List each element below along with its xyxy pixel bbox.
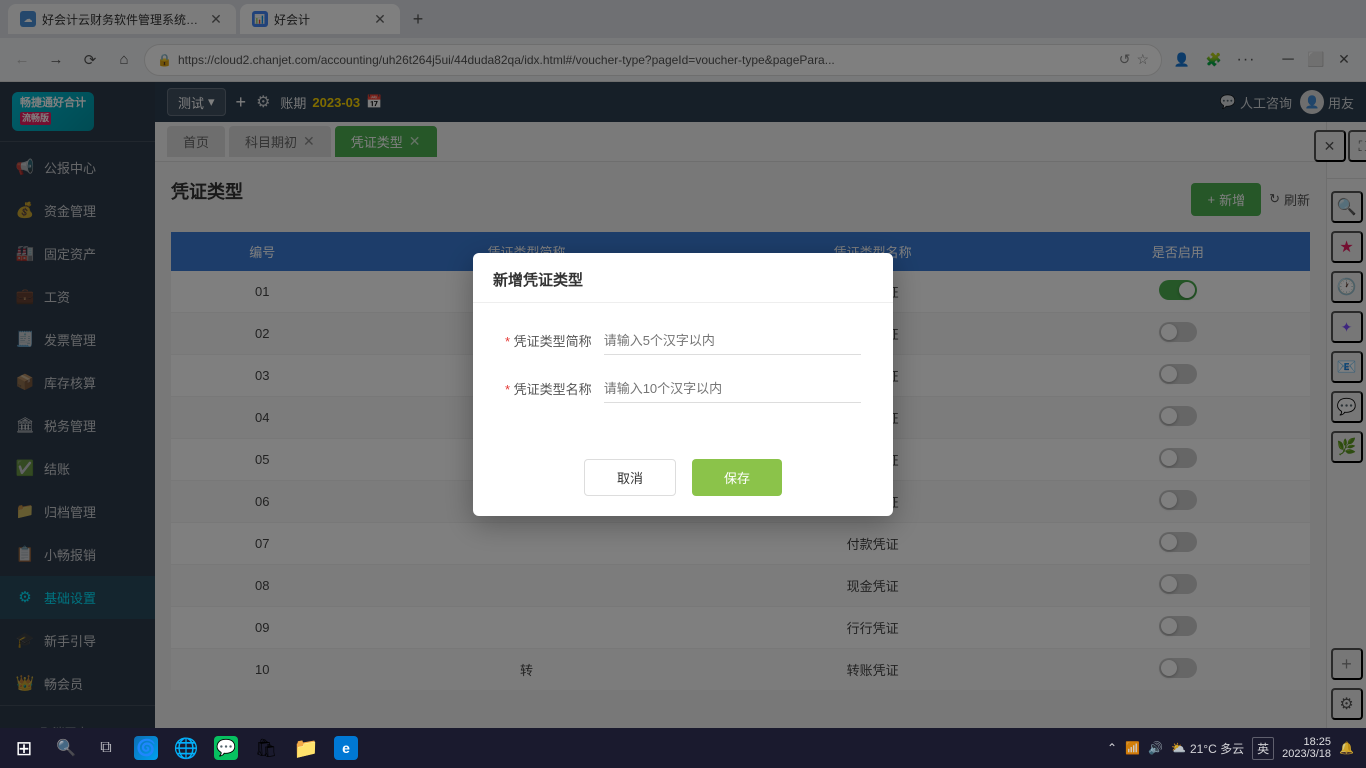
wechat-icon: 💬 <box>214 736 238 760</box>
taskbar: ⊞ 🔍 ⧉ 🌀 🌐 💬 🛍 📁 e ⌃ 📶 🔊 ⛅ 21°C 多云 英 18:2… <box>0 728 1366 768</box>
dialog-footer: 取消 保存 <box>473 447 893 516</box>
dialog-overlay: 新增凭证类型 凭证类型简称 凭证类型名称 取消 保存 <box>0 0 1366 768</box>
abbr-label: 凭证类型简称 <box>505 331 592 350</box>
cancel-button[interactable]: 取消 <box>584 459 676 496</box>
edge2-icon: e <box>334 736 358 760</box>
taskbar-time-display: 18:25 <box>1304 736 1332 748</box>
dialog-header: 新增凭证类型 <box>473 253 893 303</box>
taskbar-chrome[interactable]: 🌐 <box>168 730 204 766</box>
start-button[interactable]: ⊞ <box>4 730 44 766</box>
taskbar-edge2[interactable]: e <box>328 730 364 766</box>
name-label: 凭证类型名称 <box>505 379 592 398</box>
taskbar-date-display: 2023/3/18 <box>1282 748 1331 760</box>
taskbar-edge[interactable]: 🌀 <box>128 730 164 766</box>
edge-icon: 🌀 <box>134 736 158 760</box>
taskbar-right: ⌃ 📶 🔊 ⛅ 21°C 多云 英 18:25 2023/3/18 🔔 <box>1107 736 1362 760</box>
taskbar-volume: 🔊 <box>1148 741 1163 755</box>
name-row: 凭证类型名称 <box>505 375 861 403</box>
weather-icon: ⛅ <box>1171 741 1186 755</box>
taskbar-language: 英 <box>1252 737 1274 760</box>
taskbar-taskview[interactable]: ⧉ <box>88 730 124 766</box>
new-voucher-dialog: 新增凭证类型 凭证类型简称 凭证类型名称 取消 保存 <box>473 253 893 516</box>
save-button[interactable]: 保存 <box>692 459 782 496</box>
abbr-row: 凭证类型简称 <box>505 327 861 355</box>
taskbar-wifi: 📶 <box>1125 741 1140 755</box>
weather-text: 21°C 多云 <box>1190 740 1244 757</box>
store-icon: 🛍 <box>254 736 278 760</box>
taskbar-search[interactable]: 🔍 <box>48 730 84 766</box>
notification-icon[interactable]: 🔔 <box>1339 741 1354 755</box>
taskbar-datetime: 18:25 2023/3/18 <box>1282 736 1331 760</box>
taskbar-up-arrow[interactable]: ⌃ <box>1107 741 1117 755</box>
taskbar-wechat[interactable]: 💬 <box>208 730 244 766</box>
dialog-body: 凭证类型简称 凭证类型名称 <box>473 303 893 447</box>
abbr-input[interactable] <box>604 327 861 355</box>
taskbar-explorer[interactable]: 📁 <box>288 730 324 766</box>
name-input[interactable] <box>604 375 861 403</box>
taskbar-store[interactable]: 🛍 <box>248 730 284 766</box>
chrome-icon: 🌐 <box>174 736 198 760</box>
weather-display: ⛅ 21°C 多云 <box>1171 740 1244 757</box>
explorer-icon: 📁 <box>294 736 318 760</box>
taskview-icon: ⧉ <box>100 739 111 757</box>
dialog-title: 新增凭证类型 <box>493 269 583 290</box>
